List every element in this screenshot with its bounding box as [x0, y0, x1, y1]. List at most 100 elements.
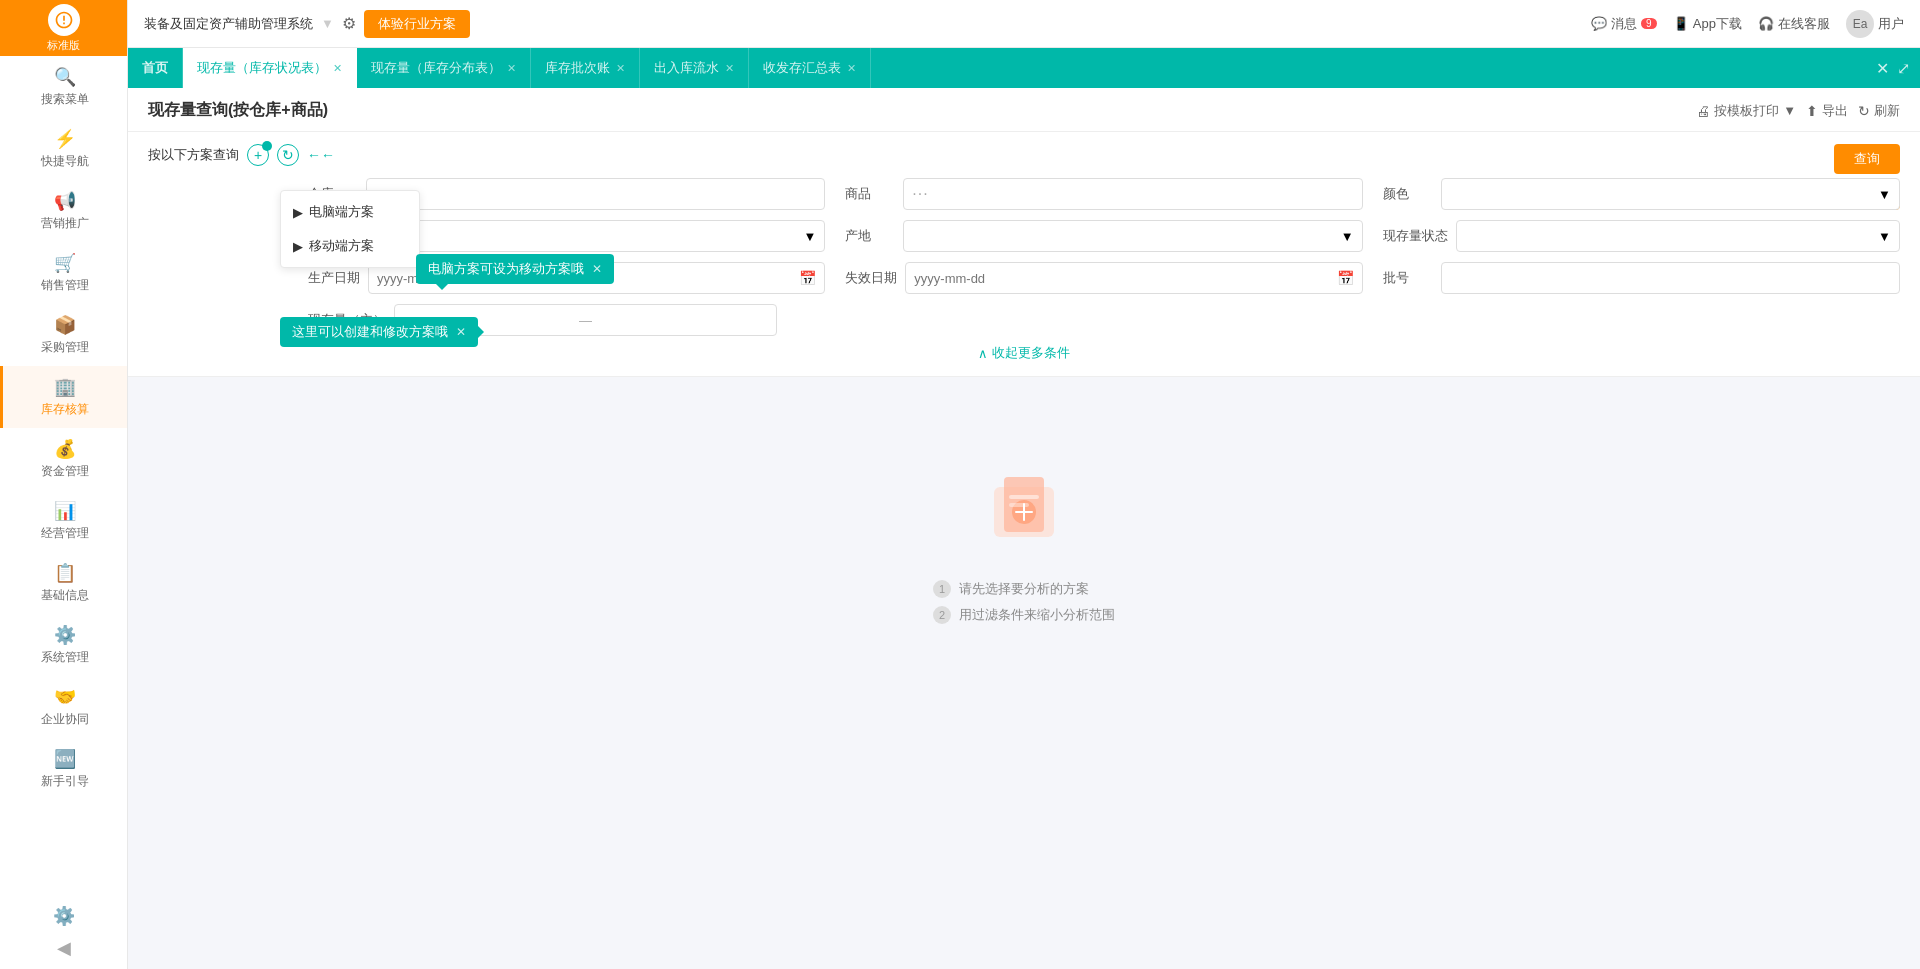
- origin-label: 产地: [845, 227, 895, 245]
- svg-rect-5: [1009, 495, 1039, 499]
- collapse-button[interactable]: ∧ 收起更多条件: [978, 344, 1070, 362]
- sidebar-nav: 🔍 搜索菜单 ⚡ 快捷导航 📢 营销推广 🛒 销售管理 📦 采购管理 🏢 库存核…: [0, 56, 127, 895]
- tab-receive-summary[interactable]: 收发存汇总表 ✕: [749, 48, 871, 88]
- filter-label-row: 按以下方案查询 + ↻ ←←: [148, 144, 1900, 166]
- export-button[interactable]: ⬆ 导出: [1806, 102, 1848, 120]
- app-download-item[interactable]: 📱 App下载: [1673, 15, 1742, 33]
- sidebar-inventory-label: 库存核算: [41, 401, 89, 418]
- sidebar-item-sales[interactable]: 🛒 销售管理: [0, 242, 127, 304]
- sidebar-newguide-label: 新手引导: [41, 773, 89, 790]
- expire-date-input-wrap[interactable]: 📅: [905, 262, 1362, 294]
- sidebar-item-finance[interactable]: 💰 资金管理: [0, 428, 127, 490]
- sidebar-item-marketing[interactable]: 📢 营销推广: [0, 180, 127, 242]
- sidebar-logo: 标准版: [0, 0, 127, 56]
- marketing-icon: 📢: [54, 190, 76, 212]
- empty-step-2: 2 用过滤条件来缩小分析范围: [933, 606, 1115, 624]
- avatar-text: Ea: [1853, 17, 1868, 31]
- ops-icon: 📊: [54, 500, 76, 522]
- tooltip2-close[interactable]: ✕: [456, 325, 466, 339]
- chevron-right-icon2: ▶: [293, 239, 303, 254]
- sidebar-item-quicknav[interactable]: ⚡ 快捷导航: [0, 118, 127, 180]
- phone-icon: 📱: [1673, 16, 1689, 31]
- collapse-sidebar-icon[interactable]: ◀: [57, 937, 71, 959]
- scheme-mobile-item[interactable]: ▶ 移动端方案: [281, 229, 419, 263]
- system-icon: ⚙️: [54, 624, 76, 646]
- calendar-icon-produce: 📅: [799, 270, 816, 286]
- settings-icon[interactable]: ⚙️: [53, 905, 75, 927]
- scheme-mobile-label: 移动端方案: [309, 237, 374, 255]
- tooltip-desktop-scheme: 电脑方案可设为移动方案哦 ✕: [416, 254, 614, 284]
- page-content: 现存量查询(按仓库+商品) 🖨 按模板打印 ▼ ⬆ 导出 ↻ 刷新: [128, 88, 1920, 969]
- size-select[interactable]: ▼: [366, 220, 825, 252]
- tooltip1-close[interactable]: ✕: [592, 262, 602, 276]
- tab-stock-dist-close[interactable]: ✕: [507, 62, 516, 75]
- tab-receive-summary-label: 收发存汇总表: [763, 59, 841, 77]
- sidebar-quicknav-label: 快捷导航: [41, 153, 89, 170]
- print-button[interactable]: 🖨 按模板打印 ▼: [1696, 102, 1796, 120]
- expire-date-input[interactable]: [914, 271, 1332, 286]
- refresh-button[interactable]: ↻ 刷新: [1858, 102, 1900, 120]
- settings-gear-button[interactable]: ⚙: [342, 14, 356, 33]
- expand-tabs-icon[interactable]: ⤢: [1897, 59, 1910, 78]
- sidebar-item-basic[interactable]: 📋 基础信息: [0, 552, 127, 614]
- top-header: 装备及固定资产辅助管理系统 ▼ ⚙ 体验行业方案 💬 消息 9 📱 App下载 …: [128, 0, 1920, 48]
- origin-select[interactable]: ▼: [903, 220, 1362, 252]
- filter-stock-status: 现存量状态 ▼: [1383, 220, 1900, 252]
- batch-no-input[interactable]: [1441, 262, 1900, 294]
- industry-plan-button[interactable]: 体验行业方案: [364, 10, 470, 38]
- sidebar-item-inventory[interactable]: 🏢 库存核算: [0, 366, 127, 428]
- back-arrow-btn[interactable]: ←←: [307, 147, 335, 163]
- tab-stock-status-label: 现存量（库存状况表）: [197, 59, 327, 77]
- warehouse-select[interactable]: ···: [366, 178, 825, 210]
- stock-main-to-input[interactable]: [600, 313, 768, 328]
- sidebar-item-system[interactable]: ⚙️ 系统管理: [0, 614, 127, 676]
- sidebar-item-search[interactable]: 🔍 搜索菜单: [0, 56, 127, 118]
- online-service-item[interactable]: 🎧 在线客服: [1758, 15, 1830, 33]
- color-label: 颜色: [1383, 185, 1433, 203]
- empty-illustration: [974, 457, 1074, 560]
- color-chevron: ▼: [1878, 187, 1891, 202]
- tab-batch-ledger-close[interactable]: ✕: [616, 62, 625, 75]
- message-item[interactable]: 💬 消息 9: [1591, 15, 1657, 33]
- sales-icon: 🛒: [54, 252, 76, 274]
- chevron-right-icon: ▶: [293, 205, 303, 220]
- filter-batch-no: 批号: [1383, 262, 1900, 294]
- sidebar-search-label: 搜索菜单: [41, 91, 89, 108]
- tab-stock-status[interactable]: 现存量（库存状况表） ✕: [183, 48, 357, 88]
- stock-status-select[interactable]: ▼: [1456, 220, 1900, 252]
- filter-grid-row2: 尺码 ▼ 产地 ▼ 现存量状态 ▼: [308, 220, 1900, 252]
- sidebar-item-ops[interactable]: 📊 经营管理: [0, 490, 127, 552]
- sidebar-item-cooperation[interactable]: 🤝 企业协同: [0, 676, 127, 738]
- user-item[interactable]: Ea 用户: [1846, 10, 1904, 38]
- tab-receive-summary-close[interactable]: ✕: [847, 62, 856, 75]
- tab-stock-status-close[interactable]: ✕: [333, 62, 342, 75]
- tab-stock-dist[interactable]: 现存量（库存分布表） ✕: [357, 48, 531, 88]
- filter-expire-date: 失效日期 📅: [845, 262, 1362, 294]
- refresh-label: 刷新: [1874, 102, 1900, 120]
- close-all-tabs-icon[interactable]: ✕: [1876, 59, 1889, 78]
- tab-inout-flow-close[interactable]: ✕: [725, 62, 734, 75]
- page-actions: 🖨 按模板打印 ▼ ⬆ 导出 ↻ 刷新: [1696, 102, 1900, 120]
- step2-num: 2: [933, 606, 951, 624]
- goods-dots: ···: [912, 185, 928, 203]
- tab-inout-flow[interactable]: 出入库流水 ✕: [640, 48, 749, 88]
- app-download-label: App下载: [1693, 15, 1742, 33]
- newguide-icon: 🆕: [54, 748, 76, 770]
- goods-select[interactable]: ···: [903, 178, 1362, 210]
- header-left: 装备及固定资产辅助管理系统 ▼ ⚙ 体验行业方案: [144, 10, 470, 38]
- color-select[interactable]: ▼: [1441, 178, 1900, 210]
- tab-home[interactable]: 首页: [128, 48, 183, 88]
- sidebar-item-purchase[interactable]: 📦 采购管理: [0, 304, 127, 366]
- tab-batch-ledger[interactable]: 库存批次账 ✕: [531, 48, 640, 88]
- sidebar-item-newguide[interactable]: 🆕 新手引导: [0, 738, 127, 800]
- refresh-scheme-button[interactable]: ↻: [277, 144, 299, 166]
- sidebar-basic-label: 基础信息: [41, 587, 89, 604]
- sidebar-finance-label: 资金管理: [41, 463, 89, 480]
- sidebar: 标准版 🔍 搜索菜单 ⚡ 快捷导航 📢 营销推广 🛒 销售管理 📦 采购管理 🏢…: [0, 0, 128, 969]
- sidebar-cooperation-label: 企业协同: [41, 711, 89, 728]
- message-label: 消息: [1611, 15, 1637, 33]
- filter-grid-row1: 仓库 ··· 商品 ··· 颜色 ▼: [308, 178, 1900, 210]
- scheme-desktop-item[interactable]: ▶ 电脑端方案: [281, 195, 419, 229]
- page-title: 现存量查询(按仓库+商品): [148, 100, 328, 121]
- search-button[interactable]: 查询: [1834, 144, 1900, 174]
